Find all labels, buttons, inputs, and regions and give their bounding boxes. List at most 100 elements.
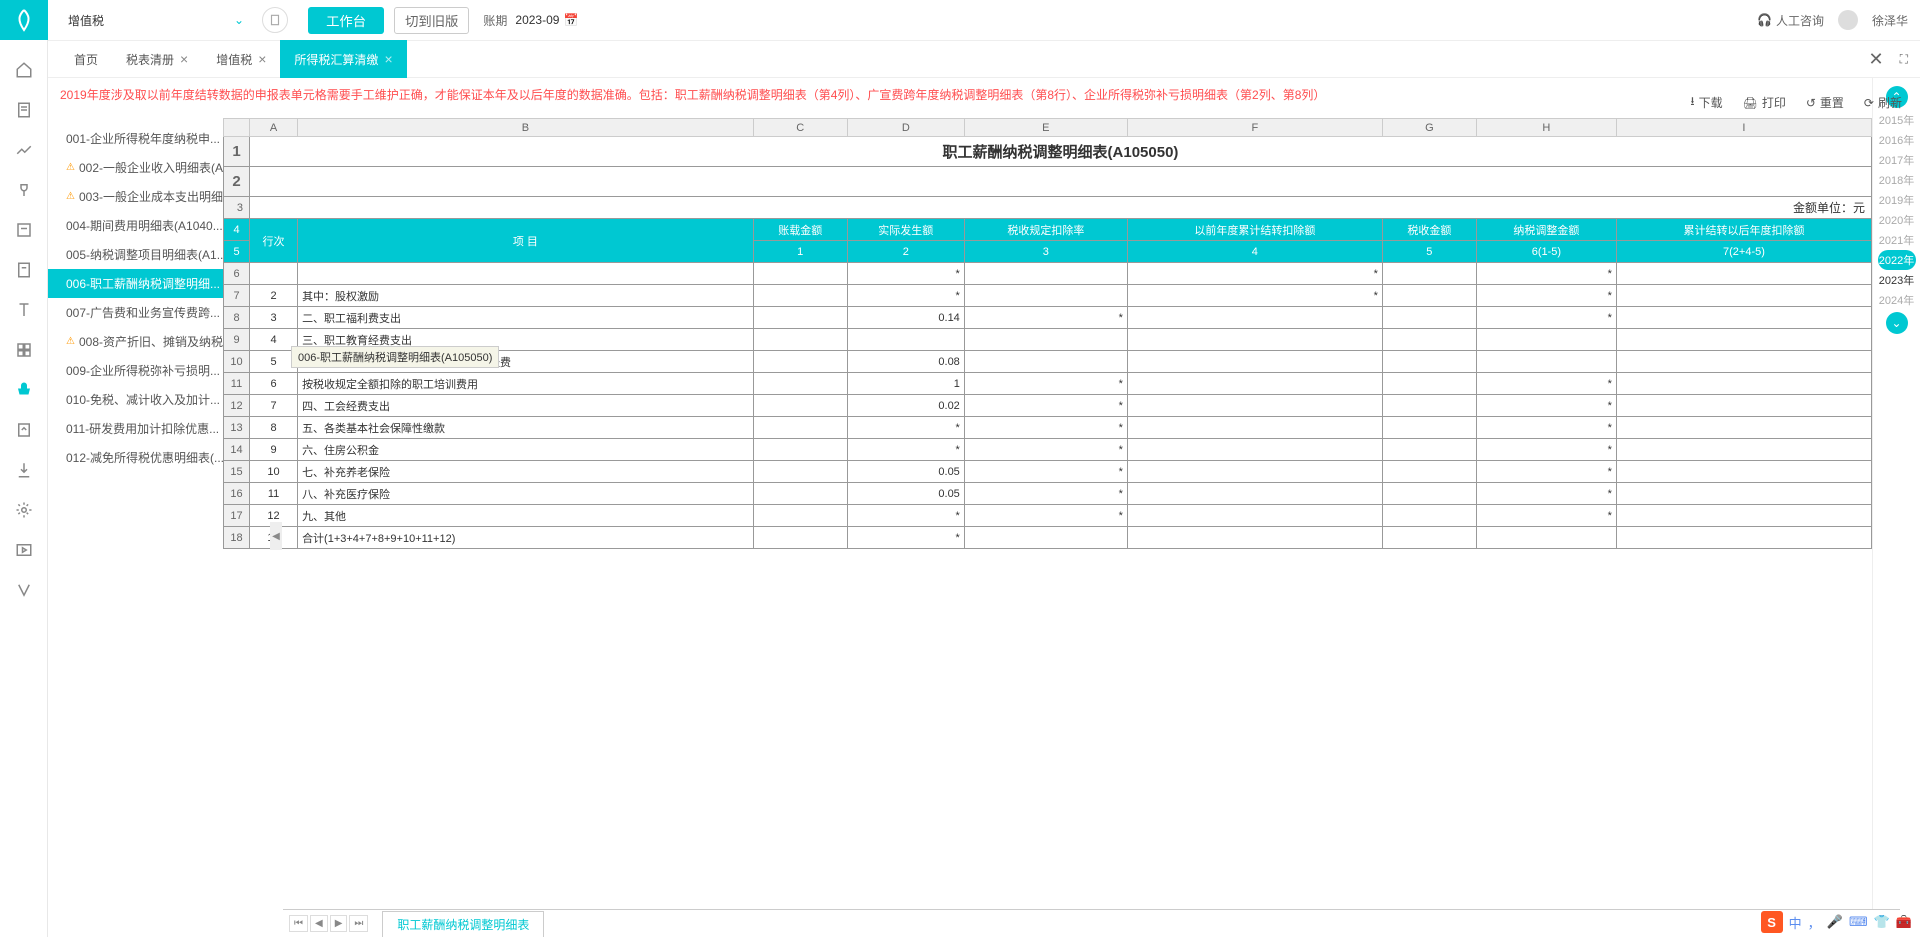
nav-report-icon[interactable] [0,210,48,250]
sheet-nav-next[interactable]: ▶ [330,915,348,932]
ime-sep[interactable]: ， [1808,913,1821,932]
cell[interactable] [1127,461,1382,483]
nav-download-icon[interactable] [0,450,48,490]
cell[interactable] [753,263,847,285]
item-name[interactable]: 八、补充医疗保险 [298,483,754,505]
year-button[interactable]: 2018年 [1878,170,1916,190]
year-button[interactable]: 2020年 [1878,210,1916,230]
ime-s-icon[interactable]: S [1761,911,1783,933]
cell[interactable] [1476,329,1616,351]
line-num[interactable]: 8 [250,417,298,439]
nav-tax-icon[interactable] [0,370,48,410]
sheet-nav-prev[interactable]: ◀ [310,915,328,932]
cell[interactable]: * [1476,263,1616,285]
nav-home-icon[interactable] [0,50,48,90]
close-icon[interactable]: × [258,51,266,67]
tab-vat[interactable]: 增值税× [202,40,280,78]
year-button[interactable]: 2022年 [1878,250,1916,270]
cell[interactable]: * [1476,417,1616,439]
year-button[interactable]: 2021年 [1878,230,1916,250]
expand-icon[interactable]: ⛶ [1900,52,1908,67]
consult-button[interactable]: 🎧 人工咨询 [1757,12,1824,29]
cell[interactable] [964,263,1127,285]
cell[interactable] [1127,351,1382,373]
cell[interactable]: * [1476,461,1616,483]
cell[interactable] [1616,395,1871,417]
tree-item[interactable]: ⚠008-资产折旧、摊销及纳税... [48,327,223,356]
cell[interactable]: 0.05 [847,461,964,483]
cell[interactable] [1382,351,1476,373]
item-name[interactable]: 九、其他 [298,505,754,527]
cell[interactable]: * [847,505,964,527]
tree-item[interactable]: 004-期间费用明细表(A1040... [48,211,223,240]
tax-type-dropdown[interactable]: 增值税 ⌄ [60,12,244,29]
cell[interactable]: * [1127,285,1382,307]
nav-form-icon[interactable] [0,250,48,290]
line-num[interactable] [250,263,298,285]
cell[interactable] [753,329,847,351]
cell[interactable] [1127,439,1382,461]
reset-button[interactable]: ↺重置 [1806,92,1844,113]
cell[interactable] [753,461,847,483]
line-num[interactable]: 10 [250,461,298,483]
cell[interactable]: * [1476,395,1616,417]
cell[interactable] [1616,483,1871,505]
close-icon[interactable]: × [180,51,188,67]
cell[interactable]: * [847,263,964,285]
cell[interactable]: * [964,373,1127,395]
cell[interactable] [753,307,847,329]
tree-item[interactable]: ⚠002-一般企业收入明细表(A... [48,153,223,182]
nav-chart-icon[interactable] [0,130,48,170]
cell[interactable]: 0.14 [847,307,964,329]
cell[interactable]: * [964,505,1127,527]
cell[interactable]: * [847,527,964,549]
cell[interactable]: * [1476,373,1616,395]
cell[interactable] [1616,505,1871,527]
cell[interactable] [1616,285,1871,307]
close-all-icon[interactable]: ✕ [1863,49,1890,70]
ime-lang[interactable]: 中 [1789,913,1802,932]
year-button[interactable]: 2015年 [1878,110,1916,130]
cell[interactable]: 0.02 [847,395,964,417]
cell[interactable]: * [964,307,1127,329]
cell[interactable] [1616,351,1871,373]
line-num[interactable]: 6 [250,373,298,395]
download-button[interactable]: ⭳下载 [1690,92,1722,113]
cell[interactable] [1127,483,1382,505]
calendar-icon[interactable]: 📅 [563,13,578,27]
nav-grid-icon[interactable] [0,330,48,370]
sheet-tab[interactable]: 职工薪酬纳税调整明细表 [382,911,544,937]
workbench-button[interactable]: 工作台 [308,7,384,34]
tab-income-tax[interactable]: 所得税汇算清缴× [280,40,406,78]
cell[interactable]: * [1476,439,1616,461]
doc-circle-icon[interactable] [262,7,288,33]
tab-tax-list[interactable]: 税表清册× [112,40,202,78]
print-button[interactable]: 🖨打印 [1743,92,1786,113]
nav-money-icon[interactable] [0,170,48,210]
tree-item[interactable]: 010-免税、减计收入及加计... [48,385,223,414]
item-name[interactable]: 六、住房公积金 [298,439,754,461]
cell[interactable] [1616,417,1871,439]
cell[interactable] [1476,351,1616,373]
cell[interactable] [753,373,847,395]
line-num[interactable]: 3 [250,307,298,329]
cell[interactable] [1382,263,1476,285]
cell[interactable]: * [1476,285,1616,307]
cell[interactable] [1382,483,1476,505]
cell[interactable] [1382,527,1476,549]
ime-mic-icon[interactable]: 🎤 [1827,914,1843,930]
cell[interactable] [1382,373,1476,395]
cell[interactable] [847,329,964,351]
cell[interactable] [753,527,847,549]
cell[interactable] [964,527,1127,549]
cell[interactable] [1616,329,1871,351]
cell[interactable]: * [1476,483,1616,505]
nav-text-icon[interactable] [0,290,48,330]
cell[interactable] [1127,505,1382,527]
year-button[interactable]: 2024年 [1878,290,1916,310]
year-down-icon[interactable]: ⌄ [1886,312,1908,334]
cell[interactable]: * [964,395,1127,417]
refresh-button[interactable]: ⟳刷新 [1864,92,1902,113]
cell[interactable]: * [847,285,964,307]
ime-tool-icon[interactable]: 🧰 [1896,914,1912,930]
